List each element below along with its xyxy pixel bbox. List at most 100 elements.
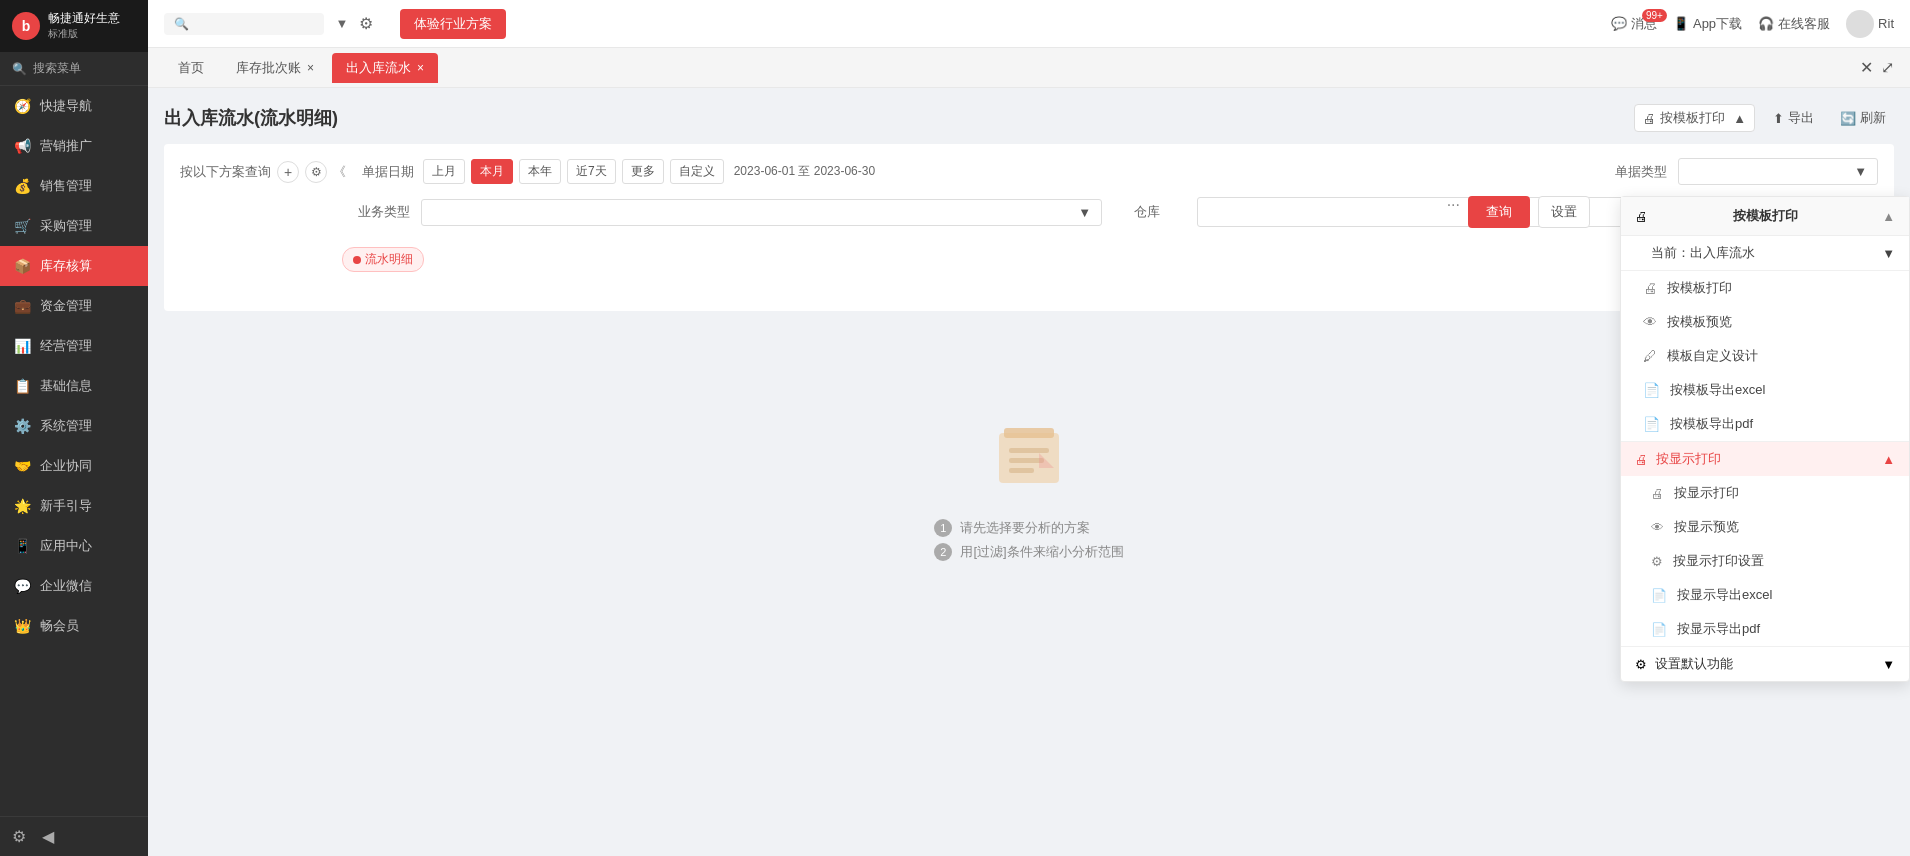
template-excel-label: 按模板导出excel (1670, 381, 1765, 399)
filter-add-btn[interactable]: + (277, 161, 299, 183)
date-btn-this-month[interactable]: 本月 (471, 159, 513, 184)
date-btn-custom[interactable]: 自定义 (670, 159, 724, 184)
filter-settings-btn[interactable]: ⚙ (305, 161, 327, 183)
newbie-icon: 🌟 (12, 496, 32, 516)
dropdown-display-header[interactable]: 🖨 按显示打印 ▲ (1621, 442, 1909, 476)
finance-label: 资金管理 (40, 297, 92, 315)
dropdown-footer[interactable]: ⚙ 设置默认功能 ▼ (1621, 647, 1909, 681)
sidebar-item-purchase[interactable]: 🛒 采购管理 (0, 206, 148, 246)
dropdown-template-preview[interactable]: 👁 按模板预览 (1621, 305, 1909, 339)
sidebar-item-inventory[interactable]: 📦 库存核算 (0, 246, 148, 286)
footer-settings-icon: ⚙ (1635, 657, 1647, 672)
settings-btn[interactable]: 设置 (1538, 196, 1590, 228)
sidebar-item-base[interactable]: 📋 基础信息 (0, 366, 148, 406)
dropdown-template-pdf[interactable]: 📄 按模板导出pdf (1621, 407, 1909, 441)
more-options-btn[interactable]: ··· (1447, 196, 1460, 228)
window-maximize-btn[interactable]: ⤢ (1881, 58, 1894, 77)
dropdown-template-excel[interactable]: 📄 按模板导出excel (1621, 373, 1909, 407)
newbie-label: 新手引导 (40, 497, 92, 515)
dropdown-template-print[interactable]: 🖨 按模板打印 (1621, 271, 1909, 305)
date-btn-this-year[interactable]: 本年 (519, 159, 561, 184)
window-close-btn[interactable]: ✕ (1860, 58, 1873, 77)
dropdown-footer-label: 设置默认功能 (1655, 655, 1733, 673)
inventory-label: 库存核算 (40, 257, 92, 275)
base-label: 基础信息 (40, 377, 92, 395)
sidebar-item-quick-nav[interactable]: 🧭 快捷导航 (0, 86, 148, 126)
sidebar-item-system[interactable]: ⚙️ 系统管理 (0, 406, 148, 446)
tab-inventory-batch-close[interactable]: × (307, 61, 314, 75)
sidebar-item-cooperation[interactable]: 🤝 企业协同 (0, 446, 148, 486)
dropdown-template-design[interactable]: 🖊 模板自定义设计 (1621, 339, 1909, 373)
dropdown-close-chevron[interactable]: ▲ (1882, 209, 1895, 224)
logo-version: 标准版 (48, 27, 120, 41)
display-excel-icon: 📄 (1651, 588, 1667, 603)
date-label: 单据日期 (362, 163, 417, 181)
date-btn-more[interactable]: 更多 (622, 159, 664, 184)
template-preview-icon: 👁 (1643, 314, 1657, 330)
purchase-label: 采购管理 (40, 217, 92, 235)
template-design-label: 模板自定义设计 (1667, 347, 1758, 365)
step-num-2: 2 (934, 543, 952, 561)
topbar-dropdown-btn[interactable]: ▼ (332, 14, 352, 34)
dropdown-display-print[interactable]: 🖨 按显示打印 (1621, 476, 1909, 510)
filter-tag-detail[interactable]: 流水明细 (342, 247, 424, 272)
dropdown-display-excel[interactable]: 📄 按显示导出excel (1621, 578, 1909, 612)
topbar-settings-btn[interactable]: ⚙ (352, 10, 380, 38)
template-print-btn[interactable]: 🖨 按模板打印 ▲ (1634, 104, 1755, 132)
type-select[interactable]: ▼ (1678, 158, 1878, 185)
business-select[interactable]: ▼ (421, 199, 1102, 226)
sidebar-item-operations[interactable]: 📊 经营管理 (0, 326, 148, 366)
filter-type-area: 单据类型 ▼ (1615, 158, 1878, 185)
tab-home[interactable]: 首页 (164, 53, 218, 83)
sidebar-collapse-icon[interactable]: ◀ (42, 827, 54, 846)
export-btn[interactable]: ⬆ 导出 (1765, 105, 1822, 131)
date-btn-7days[interactable]: 近7天 (567, 159, 616, 184)
tab-inventory-batch[interactable]: 库存批次账 × (222, 53, 328, 83)
trial-industry-button[interactable]: 体验行业方案 (400, 9, 506, 39)
tab-inout-flow-close[interactable]: × (417, 61, 424, 75)
empty-steps: 1 请先选择要分析的方案 2 用[过滤]条件来缩小分析范围 (934, 519, 1123, 567)
refresh-btn[interactable]: 🔄 刷新 (1832, 105, 1894, 131)
logo-icon: b (12, 12, 40, 40)
dropdown-current-item[interactable]: 当前：出入库流水 ▼ (1621, 236, 1909, 270)
sidebar-item-wechat[interactable]: 💬 企业微信 (0, 566, 148, 606)
system-icon: ⚙️ (12, 416, 32, 436)
display-excel-label: 按显示导出excel (1677, 586, 1772, 604)
messages-btn[interactable]: 💬 消息 99+ (1611, 15, 1657, 33)
step-1-text: 请先选择要分析的方案 (960, 519, 1090, 537)
sidebar-item-finance[interactable]: 💼 资金管理 (0, 286, 148, 326)
online-service-btn[interactable]: 🎧 在线客服 (1758, 15, 1830, 33)
base-icon: 📋 (12, 376, 32, 396)
user-avatar (1846, 10, 1874, 38)
svg-rect-1 (1004, 428, 1054, 438)
sidebar-item-sales[interactable]: 💰 销售管理 (0, 166, 148, 206)
date-btn-last-month[interactable]: 上月 (423, 159, 465, 184)
app-download-btn[interactable]: 📱 App下载 (1673, 15, 1742, 33)
dropdown-display-pdf[interactable]: 📄 按显示导出pdf (1621, 612, 1909, 646)
user-info[interactable]: Rit (1846, 10, 1894, 38)
template-design-icon: 🖊 (1643, 348, 1657, 364)
dropdown-display-preview[interactable]: 👁 按显示预览 (1621, 510, 1909, 544)
sidebar-item-app-center[interactable]: 📱 应用中心 (0, 526, 148, 566)
sidebar-item-member[interactable]: 👑 畅会员 (0, 606, 148, 646)
sidebar-settings-icon[interactable]: ⚙ (12, 827, 26, 846)
sidebar: b 畅捷通好生意 标准版 🔍 搜索菜单 🧭 快捷导航 📢 营销推广 💰 销售管理… (0, 0, 148, 856)
wechat-icon: 💬 (12, 576, 32, 596)
sidebar-item-newbie[interactable]: 🌟 新手引导 (0, 486, 148, 526)
sidebar-search[interactable]: 🔍 搜索菜单 (0, 52, 148, 86)
filter-collapse-left[interactable]: 《 (333, 163, 346, 181)
query-btn[interactable]: 查询 (1468, 196, 1530, 228)
app-center-label: 应用中心 (40, 537, 92, 555)
dropdown-display-print-settings[interactable]: ⚙ 按显示打印设置 (1621, 544, 1909, 578)
wechat-label: 企业微信 (40, 577, 92, 595)
print-dropdown-panel: 🖨 按模板打印 ▲ 当前：出入库流水 ▼ 🖨 按模板打印 👁 按 (1620, 196, 1910, 682)
sidebar-item-marketing[interactable]: 📢 营销推广 (0, 126, 148, 166)
download-icon: 📱 (1673, 16, 1689, 31)
topbar-search-box[interactable]: 🔍 (164, 13, 324, 35)
template-print-item-label: 按模板打印 (1667, 279, 1732, 297)
date-range-display: 2023-06-01 至 2023-06-30 (734, 163, 875, 180)
empty-step-2: 2 用[过滤]条件来缩小分析范围 (934, 543, 1123, 561)
tab-inout-flow[interactable]: 出入库流水 × (332, 53, 438, 83)
marketing-label: 营销推广 (40, 137, 92, 155)
app-download-label: App下载 (1693, 15, 1742, 33)
